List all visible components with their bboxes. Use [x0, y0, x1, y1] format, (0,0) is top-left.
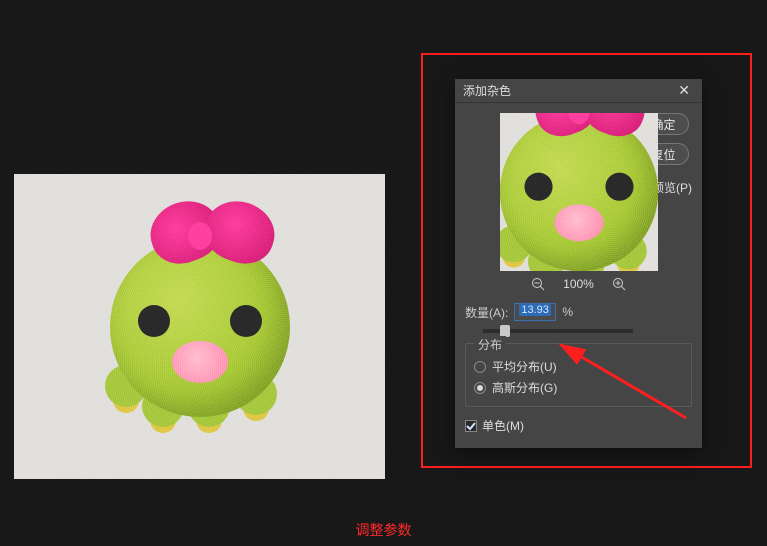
- amount-suffix: %: [562, 305, 573, 319]
- distribution-fieldset: 分布 平均分布(U) 高斯分布(G): [465, 343, 692, 407]
- uniform-radio[interactable]: [474, 361, 486, 373]
- monochrome-checkbox[interactable]: [465, 420, 477, 432]
- zoom-out-icon[interactable]: [531, 277, 545, 291]
- uniform-radio-row[interactable]: 平均分布(U): [474, 358, 683, 375]
- amount-label: 数量(A):: [465, 304, 508, 321]
- monochrome-checkbox-row[interactable]: 单色(M): [465, 417, 692, 434]
- document-canvas: [14, 174, 385, 479]
- gaussian-radio-row[interactable]: 高斯分布(G): [474, 379, 683, 396]
- close-icon[interactable]: ✕: [674, 82, 694, 99]
- dialog-titlebar: 添加杂色 ✕: [455, 79, 702, 103]
- distribution-legend: 分布: [474, 336, 506, 353]
- uniform-radio-label: 平均分布(U): [492, 358, 557, 375]
- preview-thumbnail[interactable]: [500, 113, 658, 271]
- preview-checkbox-label: 预览(P): [652, 179, 692, 196]
- amount-input[interactable]: 13.93: [514, 303, 556, 321]
- highlight-frame: 添加杂色 ✕ 确定 复位 预览(P): [421, 53, 752, 468]
- zoom-in-icon[interactable]: [612, 277, 626, 291]
- dialog-title: 添加杂色: [463, 82, 511, 99]
- add-noise-dialog: 添加杂色 ✕ 确定 复位 预览(P): [455, 79, 702, 448]
- noise-effect: [14, 174, 385, 479]
- caption-text: 调整参数: [0, 520, 767, 540]
- gaussian-radio[interactable]: [474, 382, 486, 394]
- monochrome-checkbox-label: 单色(M): [482, 417, 524, 434]
- zoom-percent-label: 100%: [563, 277, 594, 291]
- amount-slider[interactable]: [483, 329, 633, 333]
- gaussian-radio-label: 高斯分布(G): [492, 379, 557, 396]
